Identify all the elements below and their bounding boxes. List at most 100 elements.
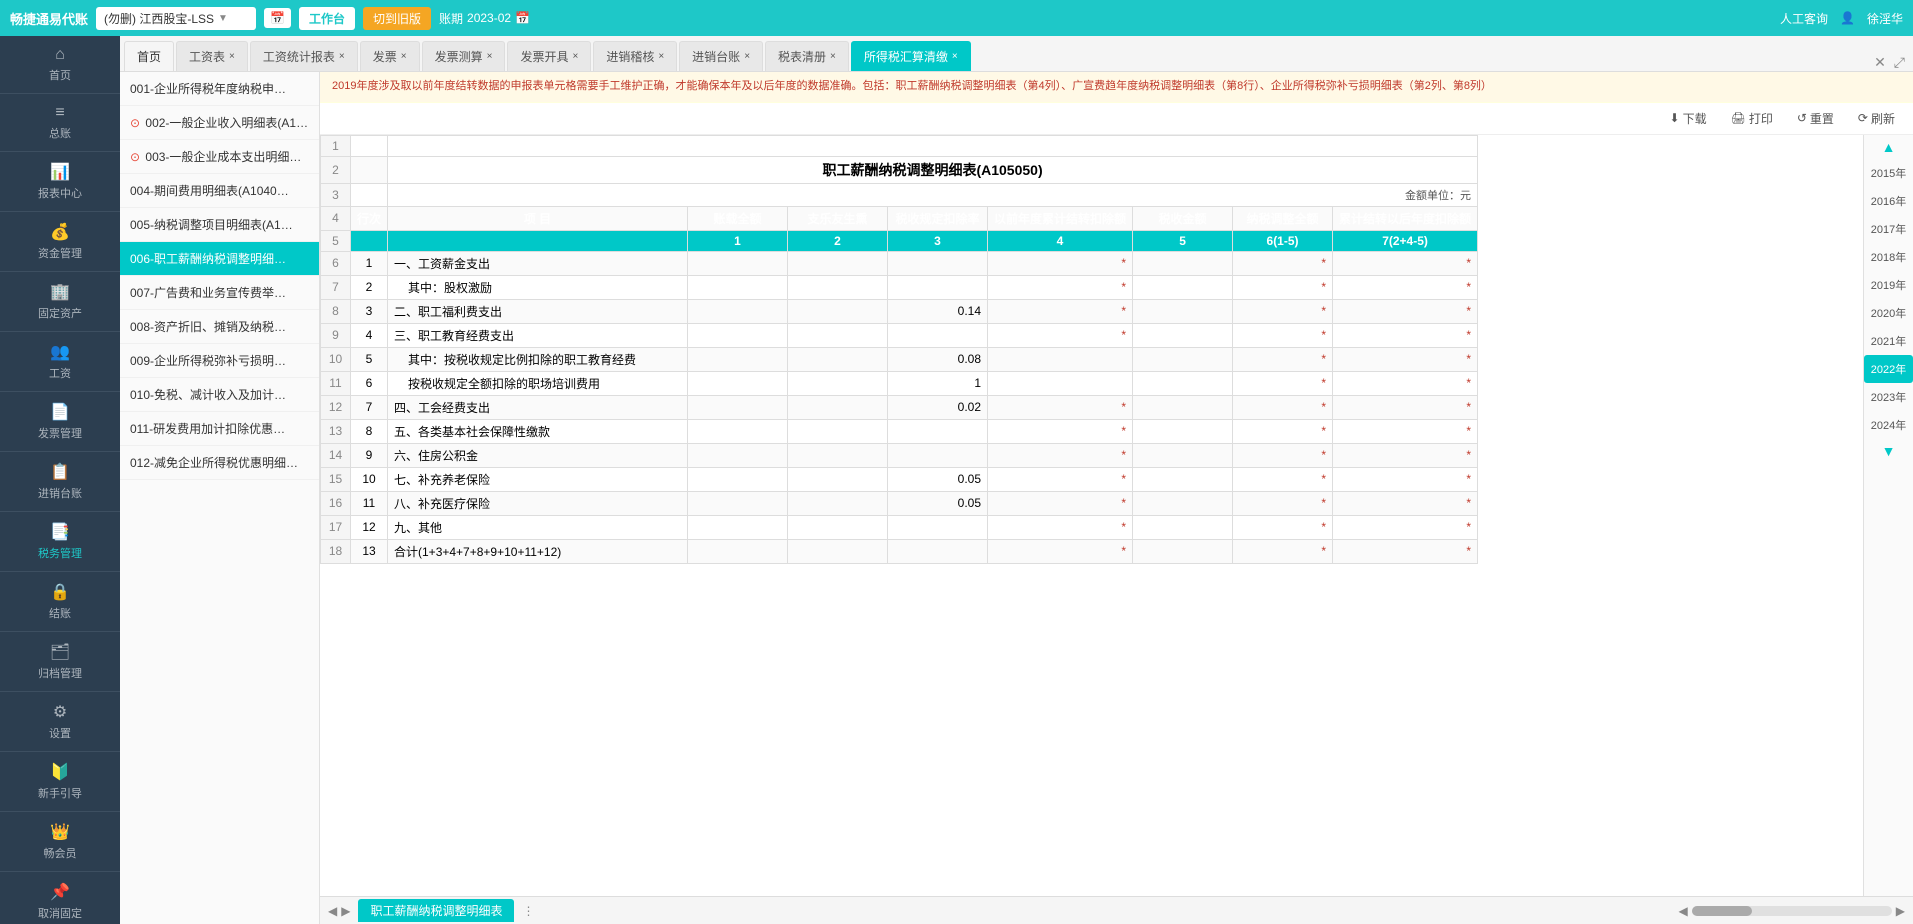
left-item-006[interactable]: 006-职工薪酬纳税调整明细… (120, 242, 319, 276)
sidebar-item-guide[interactable]: 🔰 新手引导 (0, 752, 120, 812)
sidebar-item-tax[interactable]: 📑 税务管理 (0, 512, 120, 572)
report-icon: 📊 (50, 162, 70, 182)
left-panel: 001-企业所得税年度纳税申… ⊙ 002-一般企业收入明细表(A1… ⊙ 00… (120, 72, 320, 924)
left-item-001[interactable]: 001-企业所得税年度纳税申… (120, 72, 319, 106)
year-2017[interactable]: 2017年 (1864, 215, 1913, 243)
capital-icon: 💰 (50, 222, 70, 242)
year-up-button[interactable]: ▲ (1878, 135, 1900, 159)
user-service[interactable]: 人工客询 (1780, 10, 1828, 27)
switch-version-button[interactable]: 切到旧版 (363, 7, 431, 30)
download-button[interactable]: ⬇ 下载 (1664, 107, 1713, 130)
tab-verify[interactable]: 进销稽核 × (593, 41, 677, 71)
sidebar-item-archive[interactable]: 🗂 归档管理 (0, 632, 120, 692)
left-item-007[interactable]: 007-广告费和业务宣传费举… (120, 276, 319, 310)
topbar-right: 人工客询 👤 徐淫华 (1780, 10, 1903, 27)
sidebar-item-general-ledger[interactable]: ≡ 总账 (0, 94, 120, 152)
left-item-010[interactable]: 010-免税、减计收入及加计… (120, 378, 319, 412)
sidebar: ⌂ 首页 ≡ 总账 📊 报表中心 💰 资金管理 🏢 固定资产 👥 工资 📄 发票… (0, 36, 120, 924)
left-item-009[interactable]: 009-企业所得税弥补亏损明… (120, 344, 319, 378)
tax-icon: 📑 (50, 522, 70, 542)
tab-tax-book[interactable]: 税表清册 × (765, 41, 849, 71)
table-row: 11 6 按税收规定全额扣除的职场培训费用 1 * * (321, 371, 1478, 395)
table-row: 16 11 八、补充医疗保险 0.05 * * * (321, 491, 1478, 515)
tab-close-invoice[interactable]: × (401, 51, 407, 62)
col-h-num: 6(1-5) (1233, 230, 1333, 251)
tab-close-all[interactable]: ✕ (1874, 54, 1886, 71)
table-row: 6 1 一、工资薪金支出 * * * (321, 251, 1478, 275)
calendar-icon-btn[interactable]: 📅 (264, 8, 291, 28)
tab-payroll[interactable]: 工资表 × (176, 41, 248, 71)
year-2024[interactable]: 2024年 (1864, 411, 1913, 439)
sidebar-item-member[interactable]: 👑 畅会员 (0, 812, 120, 872)
year-2022[interactable]: 2022年 (1864, 355, 1913, 383)
tab-close-invoice-calc[interactable]: × (487, 51, 493, 62)
tab-invoice-calc[interactable]: 发票测算 × (422, 41, 506, 71)
year-2015[interactable]: 2015年 (1864, 159, 1913, 187)
data-table: 1 2 职工薪酬纳税调整明细表(A105050) (320, 135, 1478, 564)
sidebar-item-invoice[interactable]: 📄 发票管理 (0, 392, 120, 452)
sidebar-item-settings[interactable]: ⚙ 设置 (0, 692, 120, 752)
year-2016[interactable]: 2016年 (1864, 187, 1913, 215)
year-2019[interactable]: 2019年 (1864, 271, 1913, 299)
left-item-012[interactable]: 012-减免企业所得税优惠明细… (120, 446, 319, 480)
workbench-button[interactable]: 工作台 (299, 7, 355, 30)
company-selector[interactable]: (勿删) 江西股宝-LSS ▼ (96, 7, 256, 30)
left-item-008[interactable]: 008-资产折旧、摊销及纳税… (120, 310, 319, 344)
reset-button[interactable]: ↺ 重置 (1791, 107, 1840, 130)
scroll-left-btn[interactable]: ◀ (1679, 904, 1688, 918)
spreadsheet[interactable]: 1 2 职工薪酬纳税调整明细表(A105050) (320, 135, 1863, 896)
tab-expand[interactable]: ⤢ (1894, 54, 1905, 71)
col-h-header: 纳税调整全额 (1233, 206, 1333, 230)
sidebar-item-sales-ledger[interactable]: 📋 进销台账 (0, 452, 120, 512)
sidebar-item-fixed-assets[interactable]: 🏢 固定资产 (0, 272, 120, 332)
reset-icon: ↺ (1797, 111, 1807, 125)
sidebar-item-capital[interactable]: 💰 资金管理 (0, 212, 120, 272)
table-row: 10 5 其中：按税收规定比例扣除的职工教育经费 0.08 * * (321, 347, 1478, 371)
year-2020[interactable]: 2020年 (1864, 299, 1913, 327)
tab-close-income-tax[interactable]: × (952, 51, 958, 62)
nav-left[interactable]: ◀ (328, 904, 337, 918)
sidebar-item-unpin[interactable]: 📌 取消固定 (0, 872, 120, 924)
sidebar-item-report-center[interactable]: 📊 报表中心 (0, 152, 120, 212)
refresh-button[interactable]: ⟳ 刷新 (1852, 107, 1901, 130)
year-down-button[interactable]: ▼ (1878, 439, 1900, 463)
tab-close-payroll-stats[interactable]: × (339, 51, 345, 62)
scroll-right-btn[interactable]: ▶ (1896, 904, 1905, 918)
tab-close-sales[interactable]: × (744, 51, 750, 62)
left-item-003[interactable]: ⊙ 003-一般企业成本支出明细… (120, 140, 319, 174)
tab-income-tax[interactable]: 所得税汇算清缴 × (851, 41, 971, 71)
pin-icon: 📌 (50, 882, 70, 902)
tab-close-verify[interactable]: × (658, 51, 664, 62)
year-2018[interactable]: 2018年 (1864, 243, 1913, 271)
sidebar-item-closing[interactable]: 🔒 结账 (0, 572, 120, 632)
col-d-header: 支乐友生熏 (788, 206, 888, 230)
bottom-dots[interactable]: ⋮ (522, 904, 534, 918)
year-2023[interactable]: 2023年 (1864, 383, 1913, 411)
sidebar-item-label: 首页 (49, 67, 71, 83)
bottom-tab-payroll[interactable]: 职工薪酬纳税调整明细表 (358, 899, 514, 922)
sidebar-item-label: 取消固定 (38, 905, 82, 921)
left-item-002[interactable]: ⊙ 002-一般企业收入明细表(A1… (120, 106, 319, 140)
tab-invoice[interactable]: 发票 × (360, 41, 420, 71)
left-item-004[interactable]: 004-期间费用明细表(A1040… (120, 174, 319, 208)
table-row: 1 (321, 135, 1478, 156)
table-row: 2 职工薪酬纳税调整明细表(A105050) (321, 156, 1478, 183)
tab-invoice-issue[interactable]: 发票开具 × (507, 41, 591, 71)
download-icon: ⬇ (1670, 111, 1680, 125)
sidebar-item-home[interactable]: ⌂ 首页 (0, 36, 120, 94)
left-item-005[interactable]: 005-纳税调整项目明细表(A1… (120, 208, 319, 242)
sidebar-item-label: 固定资产 (38, 305, 82, 321)
print-button[interactable]: 🖨 打印 (1725, 107, 1779, 130)
tab-close-tax-book[interactable]: × (830, 51, 836, 62)
archive-icon: 🗂 (50, 642, 70, 662)
tab-close-invoice-issue[interactable]: × (572, 51, 578, 62)
company-name: (勿删) 江西股宝-LSS (104, 10, 214, 27)
year-2021[interactable]: 2021年 (1864, 327, 1913, 355)
tab-home[interactable]: 首页 (124, 41, 174, 71)
tab-close-payroll[interactable]: × (229, 51, 235, 62)
tab-sales[interactable]: 进销台账 × (679, 41, 763, 71)
tab-payroll-stats[interactable]: 工资统计报表 × (250, 41, 358, 71)
sidebar-item-payroll[interactable]: 👥 工资 (0, 332, 120, 392)
nav-right[interactable]: ▶ (341, 904, 350, 918)
left-item-011[interactable]: 011-研发费用加计扣除优惠… (120, 412, 319, 446)
